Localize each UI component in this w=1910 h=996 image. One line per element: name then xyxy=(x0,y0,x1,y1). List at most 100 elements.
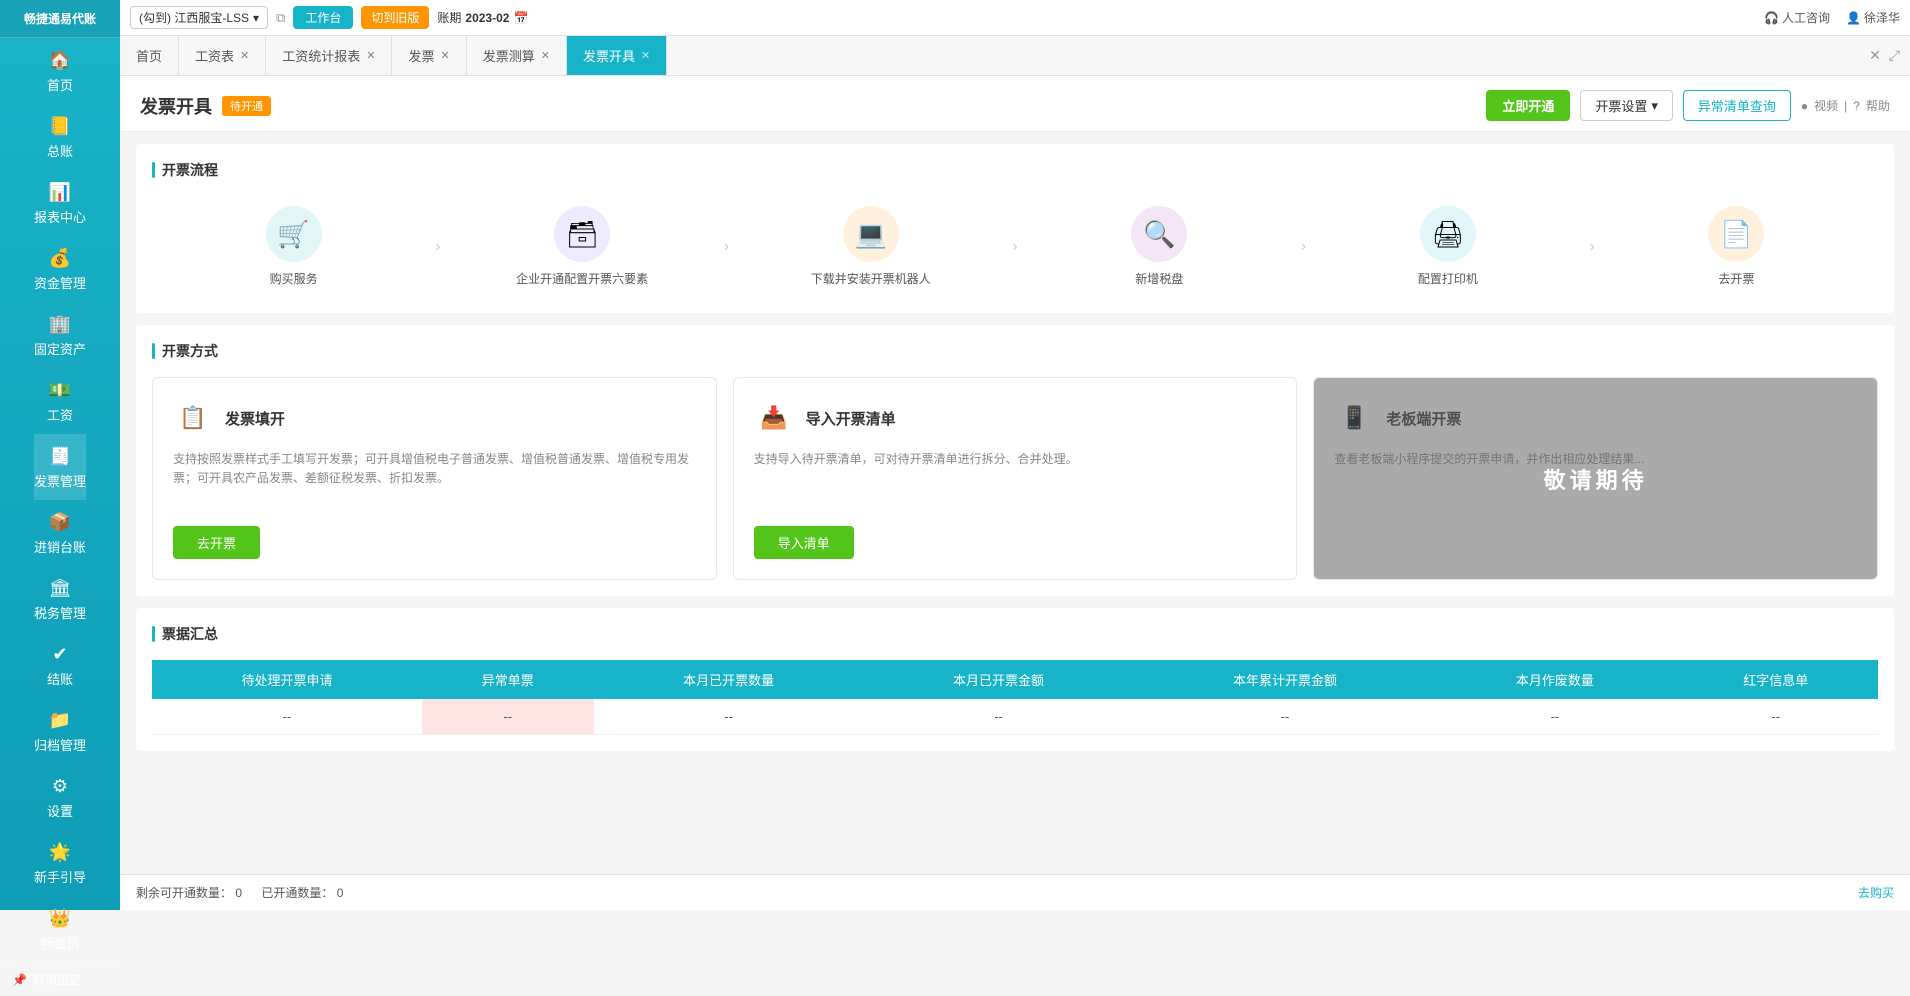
method-card-btn-manual[interactable]: 去开票 xyxy=(173,526,260,559)
method-section-title: 开票方式 xyxy=(152,341,1878,361)
workspace-button[interactable]: 工作台 xyxy=(293,6,353,29)
close-tab-salary-report[interactable]: ✕ xyxy=(366,49,375,62)
calendar-icon[interactable]: 📅 xyxy=(513,11,528,25)
method-card-header-manual: 📋 发票填开 xyxy=(173,398,696,438)
flow-step-download[interactable]: 💻 下载并安装开票机器人 xyxy=(729,206,1012,287)
switch-version-button[interactable]: 切到旧版 xyxy=(361,6,429,29)
company-select[interactable]: (勾到) 江西服宝-LSS ▾ xyxy=(130,6,268,29)
summary-col-header: 本月已开票数量 xyxy=(594,660,864,699)
tab-invoice-calc[interactable]: 发票测算 ✕ xyxy=(467,36,567,75)
sidebar-item-funds[interactable]: 💰资金管理 xyxy=(34,236,86,302)
method-card-desc-manual: 支持按照发票样式手工填写开发票；可开具增值税电子普通发票、增值税普通发票、增值税… xyxy=(173,450,696,510)
method-card-manual: 📋 发票填开 支持按照发票样式手工填写开发票；可开具增值税电子普通发票、增值税普… xyxy=(152,377,717,580)
sidebar-item-settings[interactable]: ⚙设置 xyxy=(34,764,86,830)
method-card-import: 📥 导入开票清单 支持导入待开票清单，可对待开票清单进行拆分、合并处理。 导入清… xyxy=(733,377,1298,580)
table-cell: -- xyxy=(1674,699,1878,735)
abnormal-query-button[interactable]: 异常清单查询 xyxy=(1683,90,1791,121)
method-card-btn-import[interactable]: 导入清单 xyxy=(754,526,854,559)
method-card-header-import: 📥 导入开票清单 xyxy=(754,398,1277,438)
flow-step-icon-buy-service: 🛒 xyxy=(266,206,322,262)
flow-section: 开票流程 🛒 购买服务 › 🗃 企业开通配置开票六要素 › 💻 下载并安装开票机… xyxy=(136,144,1894,313)
table-row: -------------- xyxy=(152,699,1878,735)
tab-invoice[interactable]: 发票 ✕ xyxy=(392,36,466,75)
flow-step-icon-make-invoice: 📄 xyxy=(1708,206,1764,262)
sidebar-item-ledger[interactable]: 📒总账 xyxy=(34,104,86,170)
sidebar-item-archive[interactable]: 📁归档管理 xyxy=(34,698,86,764)
close-tab-invoice[interactable]: ✕ xyxy=(441,49,450,62)
method-card-overlay-boss: 敬请期待 xyxy=(1314,378,1877,579)
sidebar-item-member[interactable]: 👑畅会员 xyxy=(34,896,86,962)
top-bar: (勾到) 江西服宝-LSS ▾ ⧉ 工作台 切到旧版 账期 2023-02 📅 … xyxy=(120,0,1910,36)
sidebar-item-invoice-mgmt[interactable]: 🧾发票管理 xyxy=(34,434,86,500)
tab-bar: 首页工资表 ✕工资统计报表 ✕发票 ✕发票测算 ✕发票开具 ✕ ✕ ⤢ xyxy=(120,36,1910,76)
funds-icon: 💰 xyxy=(49,248,71,269)
open-now-button[interactable]: 立即开通 xyxy=(1486,90,1570,121)
pin-toggle[interactable]: 📌 取消固定 xyxy=(0,963,120,996)
sidebar-item-purchase[interactable]: 📦进销台账 xyxy=(34,500,86,566)
chevron-down-icon: ▾ xyxy=(1651,98,1658,114)
sidebar-item-assets[interactable]: 🏢固定资产 xyxy=(34,302,86,368)
user-avatar[interactable]: 👤 徐泽华 xyxy=(1846,9,1900,26)
close-tab-salary[interactable]: ✕ xyxy=(240,49,249,62)
expand-icon[interactable]: ⤢ xyxy=(1889,47,1900,64)
sidebar-item-checkout[interactable]: ✔结账 xyxy=(34,632,86,698)
tab-invoice-tool[interactable]: 发票开具 ✕ xyxy=(567,36,667,75)
close-tab-invoice-calc[interactable]: ✕ xyxy=(541,49,550,62)
tab-actions: ✕ ⤢ xyxy=(1859,47,1910,64)
sidebar-item-reports[interactable]: 📊报表中心 xyxy=(34,170,86,236)
sidebar: 畅捷通易代账 🏠首页📒总账📊报表中心💰资金管理🏢固定资产💵工资🧾发票管理📦进销台… xyxy=(0,0,120,910)
sidebar-item-home[interactable]: 🏠首页 xyxy=(34,38,86,104)
flow-step-buy-service[interactable]: 🛒 购买服务 xyxy=(152,206,435,287)
purchase-icon: 📦 xyxy=(49,512,71,533)
assets-icon: 🏢 xyxy=(49,314,71,335)
tab-salary-report[interactable]: 工资统计报表 ✕ xyxy=(266,36,392,75)
help-icon: ? xyxy=(1853,99,1860,113)
sidebar-item-tax[interactable]: 🏛税务管理 xyxy=(34,566,86,632)
flow-section-title: 开票流程 xyxy=(152,160,1878,180)
close-tab-invoice-tool[interactable]: ✕ xyxy=(641,49,650,62)
footer-stats: 剩余可开通数量： 0 已开通数量： 0 xyxy=(136,884,343,901)
flow-step-config-printer[interactable]: 🖨 配置打印机 xyxy=(1306,206,1589,287)
period-badge: 账期 2023-02 📅 xyxy=(437,9,528,26)
open-settings-button[interactable]: 开票设置 ▾ xyxy=(1580,90,1673,121)
method-card-title-manual: 发票填开 xyxy=(225,408,285,429)
video-icon: ● xyxy=(1801,99,1808,113)
summary-table: 待处理开票申请异常单票本月已开票数量本月已开票金额本年累计开票金额本月作废数量红… xyxy=(152,660,1878,735)
reports-icon: 📊 xyxy=(49,182,71,203)
tab-home[interactable]: 首页 xyxy=(120,36,179,75)
flow-step-make-invoice[interactable]: 📄 去开票 xyxy=(1595,206,1878,287)
page-title-area: 发票开具 待开通 xyxy=(140,93,271,119)
help-area: ● 视频 | ? 帮助 xyxy=(1801,97,1890,114)
sidebar-item-salary[interactable]: 💵工资 xyxy=(34,368,86,434)
method-card-boss: 📱 老板端开票 查看老板端小程序提交的开票申请，并作出相应处理结果... 敬请期… xyxy=(1313,377,1878,580)
sidebar-bottom: 📌 取消固定 xyxy=(0,962,120,996)
summary-section-title: 票据汇总 xyxy=(152,624,1878,644)
table-cell: -- xyxy=(152,699,422,735)
chevron-down-icon: ▾ xyxy=(253,11,259,25)
headset-icon: 🎧 xyxy=(1764,11,1779,25)
tax-icon: 🏛 xyxy=(49,578,72,599)
page-header: 发票开具 待开通 立即开通 开票设置 ▾ 异常清单查询 ● 视频 | ? 帮助 xyxy=(120,76,1910,132)
tab-salary[interactable]: 工资表 ✕ xyxy=(179,36,266,75)
copy-icon[interactable]: ⧉ xyxy=(276,10,285,26)
service-link[interactable]: 🎧 人工咨询 xyxy=(1764,9,1830,26)
flow-steps: 🛒 购买服务 › 🗃 企业开通配置开票六要素 › 💻 下载并安装开票机器人 › … xyxy=(152,196,1878,297)
table-cell: -- xyxy=(422,699,594,735)
top-bar-left: (勾到) 江西服宝-LSS ▾ ⧉ 工作台 切到旧版 账期 2023-02 📅 xyxy=(130,6,528,29)
page-title: 发票开具 xyxy=(140,93,212,119)
buy-link[interactable]: 去购买 xyxy=(1858,886,1894,900)
user-icon: 👤 xyxy=(1846,11,1861,25)
flow-step-configure[interactable]: 🗃 企业开通配置开票六要素 xyxy=(441,206,724,287)
method-card-desc-import: 支持导入待开票清单，可对待开票清单进行拆分、合并处理。 xyxy=(754,450,1277,510)
main-content: 发票开具 待开通 立即开通 开票设置 ▾ 异常清单查询 ● 视频 | ? 帮助 xyxy=(120,76,1910,874)
settings-icon: ⚙ xyxy=(52,776,68,797)
close-tab-icon[interactable]: ✕ xyxy=(1869,47,1881,64)
sidebar-item-newbie[interactable]: 🌟新手引导 xyxy=(34,830,86,896)
method-card-title-import: 导入开票清单 xyxy=(806,408,896,429)
table-cell: -- xyxy=(1134,699,1437,735)
flow-step-add-tax[interactable]: 🔍 新增税盘 xyxy=(1018,206,1301,287)
invoice-mgmt-icon: 🧾 xyxy=(49,446,71,467)
main-area: (勾到) 江西服宝-LSS ▾ ⧉ 工作台 切到旧版 账期 2023-02 📅 … xyxy=(120,0,1910,910)
home-icon: 🏠 xyxy=(49,50,71,71)
flow-step-label-make-invoice: 去开票 xyxy=(1718,270,1754,287)
